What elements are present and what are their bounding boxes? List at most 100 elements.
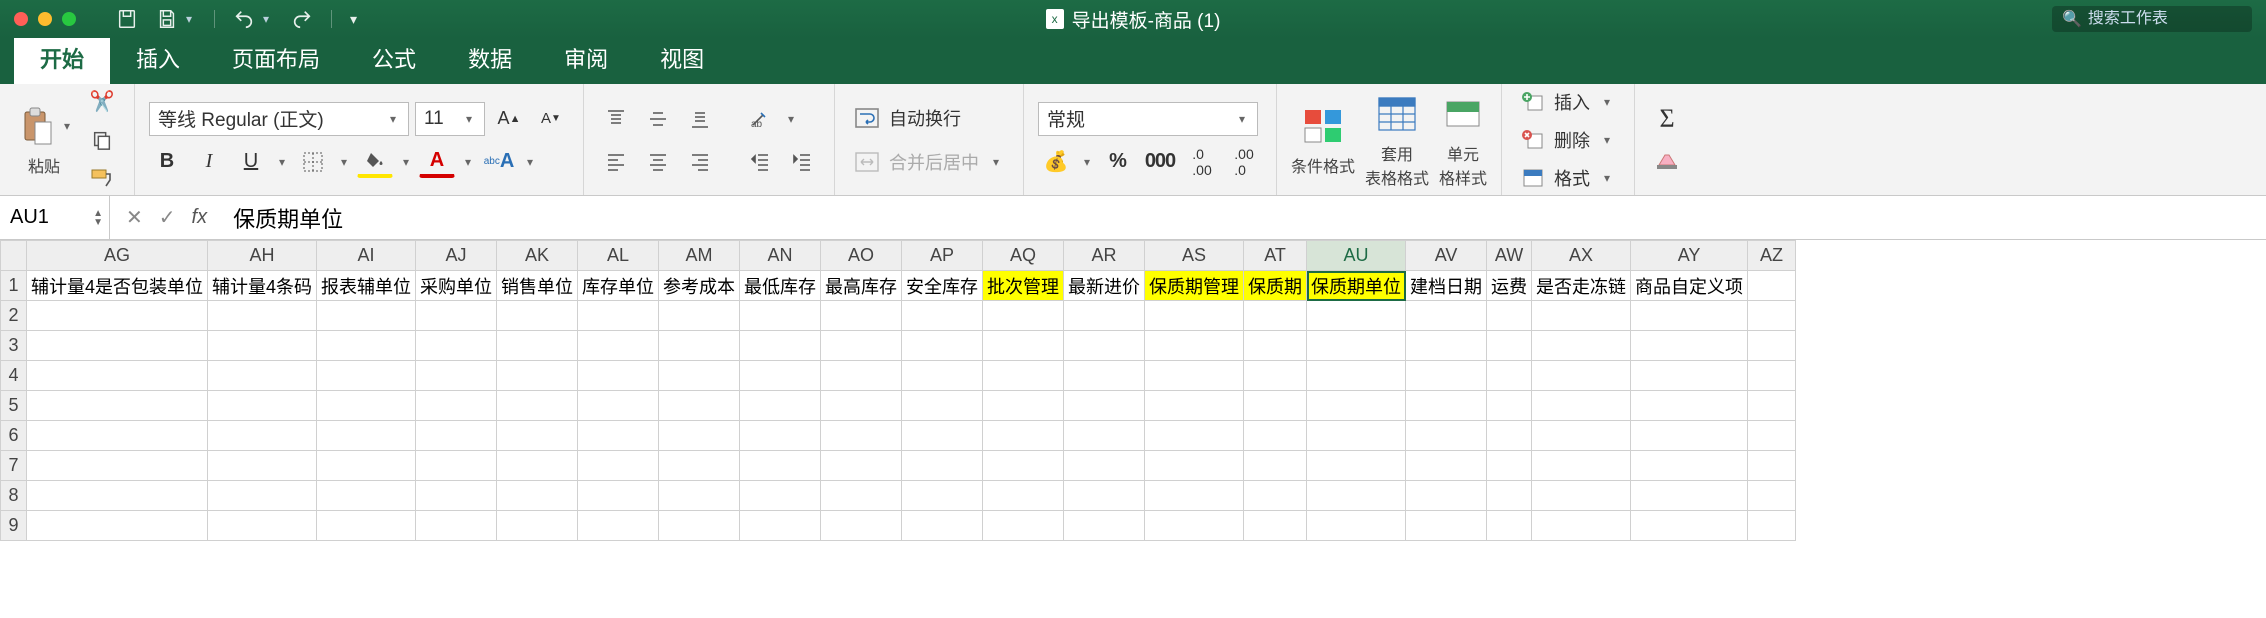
cell-AR3[interactable] [1064, 331, 1145, 361]
cell-AV5[interactable] [1406, 391, 1487, 421]
name-box-down[interactable]: ▼ [93, 218, 103, 227]
cell-AK5[interactable] [497, 391, 578, 421]
cell-AO1[interactable]: 最高库存 [821, 271, 902, 301]
cell-AV7[interactable] [1406, 451, 1487, 481]
cell-AM7[interactable] [659, 451, 740, 481]
align-top-icon[interactable] [598, 103, 634, 135]
cell-AY8[interactable] [1631, 481, 1748, 511]
percent-button[interactable]: % [1100, 146, 1136, 178]
cell-AM2[interactable] [659, 301, 740, 331]
cell-AP1[interactable]: 安全库存 [902, 271, 983, 301]
fx-icon[interactable]: fx [192, 206, 208, 229]
cell-AI3[interactable] [317, 331, 416, 361]
currency-dropdown[interactable]: ▾ [1080, 155, 1094, 169]
cell-AJ1[interactable]: 采购单位 [416, 271, 497, 301]
align-bottom-icon[interactable] [682, 103, 718, 135]
cell-AZ9[interactable] [1748, 511, 1796, 541]
cell-AQ2[interactable] [983, 301, 1064, 331]
cell-AS5[interactable] [1145, 391, 1244, 421]
cell-AG5[interactable] [27, 391, 208, 421]
currency-button[interactable]: 💰 [1038, 146, 1074, 178]
minimize-window-button[interactable] [38, 12, 52, 26]
cell-AR5[interactable] [1064, 391, 1145, 421]
decrease-indent-icon[interactable] [742, 145, 778, 177]
col-header-AT[interactable]: AT [1244, 241, 1307, 271]
orientation-dropdown[interactable]: ▾ [784, 112, 798, 126]
cell-AJ6[interactable] [416, 421, 497, 451]
cell-AS2[interactable] [1145, 301, 1244, 331]
align-middle-icon[interactable] [640, 103, 676, 135]
cell-AM5[interactable] [659, 391, 740, 421]
fill-color-dropdown[interactable]: ▾ [399, 155, 413, 169]
paste-dropdown[interactable]: ▾ [60, 119, 74, 133]
col-header-AW[interactable]: AW [1487, 241, 1532, 271]
cell-AM4[interactable] [659, 361, 740, 391]
cell-AO5[interactable] [821, 391, 902, 421]
font-size-select[interactable]: 11▾ [415, 102, 485, 136]
cell-AP9[interactable] [902, 511, 983, 541]
cell-AG3[interactable] [27, 331, 208, 361]
cell-AH6[interactable] [208, 421, 317, 451]
cell-AN5[interactable] [740, 391, 821, 421]
col-header-AH[interactable]: AH [208, 241, 317, 271]
cell-AN4[interactable] [740, 361, 821, 391]
col-header-AN[interactable]: AN [740, 241, 821, 271]
col-header-AS[interactable]: AS [1145, 241, 1244, 271]
copy-icon[interactable] [84, 124, 120, 156]
paste-icon[interactable] [14, 103, 60, 149]
conditional-format-button[interactable]: 条件格式 [1291, 103, 1355, 177]
row-header-2[interactable]: 2 [1, 301, 27, 331]
cell-AW1[interactable]: 运费 [1487, 271, 1532, 301]
col-header-AK[interactable]: AK [497, 241, 578, 271]
row-header-8[interactable]: 8 [1, 481, 27, 511]
cell-AS9[interactable] [1145, 511, 1244, 541]
cell-AY4[interactable] [1631, 361, 1748, 391]
cell-AL3[interactable] [578, 331, 659, 361]
col-header-AR[interactable]: AR [1064, 241, 1145, 271]
cell-AN2[interactable] [740, 301, 821, 331]
cell-AQ4[interactable] [983, 361, 1064, 391]
cell-AW6[interactable] [1487, 421, 1532, 451]
cell-AM6[interactable] [659, 421, 740, 451]
cell-AQ6[interactable] [983, 421, 1064, 451]
cell-AU8[interactable] [1307, 481, 1406, 511]
cell-AU5[interactable] [1307, 391, 1406, 421]
cell-AY3[interactable] [1631, 331, 1748, 361]
cell-AL7[interactable] [578, 451, 659, 481]
cell-AQ7[interactable] [983, 451, 1064, 481]
formula-input[interactable] [223, 205, 2266, 231]
cell-AN6[interactable] [740, 421, 821, 451]
cell-AQ1[interactable]: 批次管理 [983, 271, 1064, 301]
cell-AJ7[interactable] [416, 451, 497, 481]
row-header-7[interactable]: 7 [1, 451, 27, 481]
col-header-AY[interactable]: AY [1631, 241, 1748, 271]
cell-AX3[interactable] [1532, 331, 1631, 361]
cell-AU2[interactable] [1307, 301, 1406, 331]
cell-AG6[interactable] [27, 421, 208, 451]
format-cells-button[interactable]: 格式▾ [1516, 163, 1620, 193]
col-header-AZ[interactable]: AZ [1748, 241, 1796, 271]
cell-AJ5[interactable] [416, 391, 497, 421]
cell-AJ8[interactable] [416, 481, 497, 511]
comma-button[interactable]: 000 [1142, 146, 1178, 178]
cell-AW5[interactable] [1487, 391, 1532, 421]
cell-AT7[interactable] [1244, 451, 1307, 481]
merge-center-button[interactable]: 合并后居中 ▾ [849, 147, 1009, 177]
col-header-AM[interactable]: AM [659, 241, 740, 271]
cell-AH2[interactable] [208, 301, 317, 331]
col-header-AL[interactable]: AL [578, 241, 659, 271]
cell-AI2[interactable] [317, 301, 416, 331]
italic-button[interactable]: I [191, 146, 227, 178]
cell-AK7[interactable] [497, 451, 578, 481]
cell-AR8[interactable] [1064, 481, 1145, 511]
cell-AU6[interactable] [1307, 421, 1406, 451]
col-header-AO[interactable]: AO [821, 241, 902, 271]
cell-AY7[interactable] [1631, 451, 1748, 481]
sheet-search-input[interactable] [2088, 10, 2242, 28]
cell-AH1[interactable]: 辅计量4条码 [208, 271, 317, 301]
cell-AH5[interactable] [208, 391, 317, 421]
cell-AU7[interactable] [1307, 451, 1406, 481]
increase-decimal-icon[interactable]: .0.00 [1184, 146, 1220, 178]
cell-AZ1[interactable] [1748, 271, 1796, 301]
sheet-search[interactable]: 🔍 [2052, 6, 2252, 32]
